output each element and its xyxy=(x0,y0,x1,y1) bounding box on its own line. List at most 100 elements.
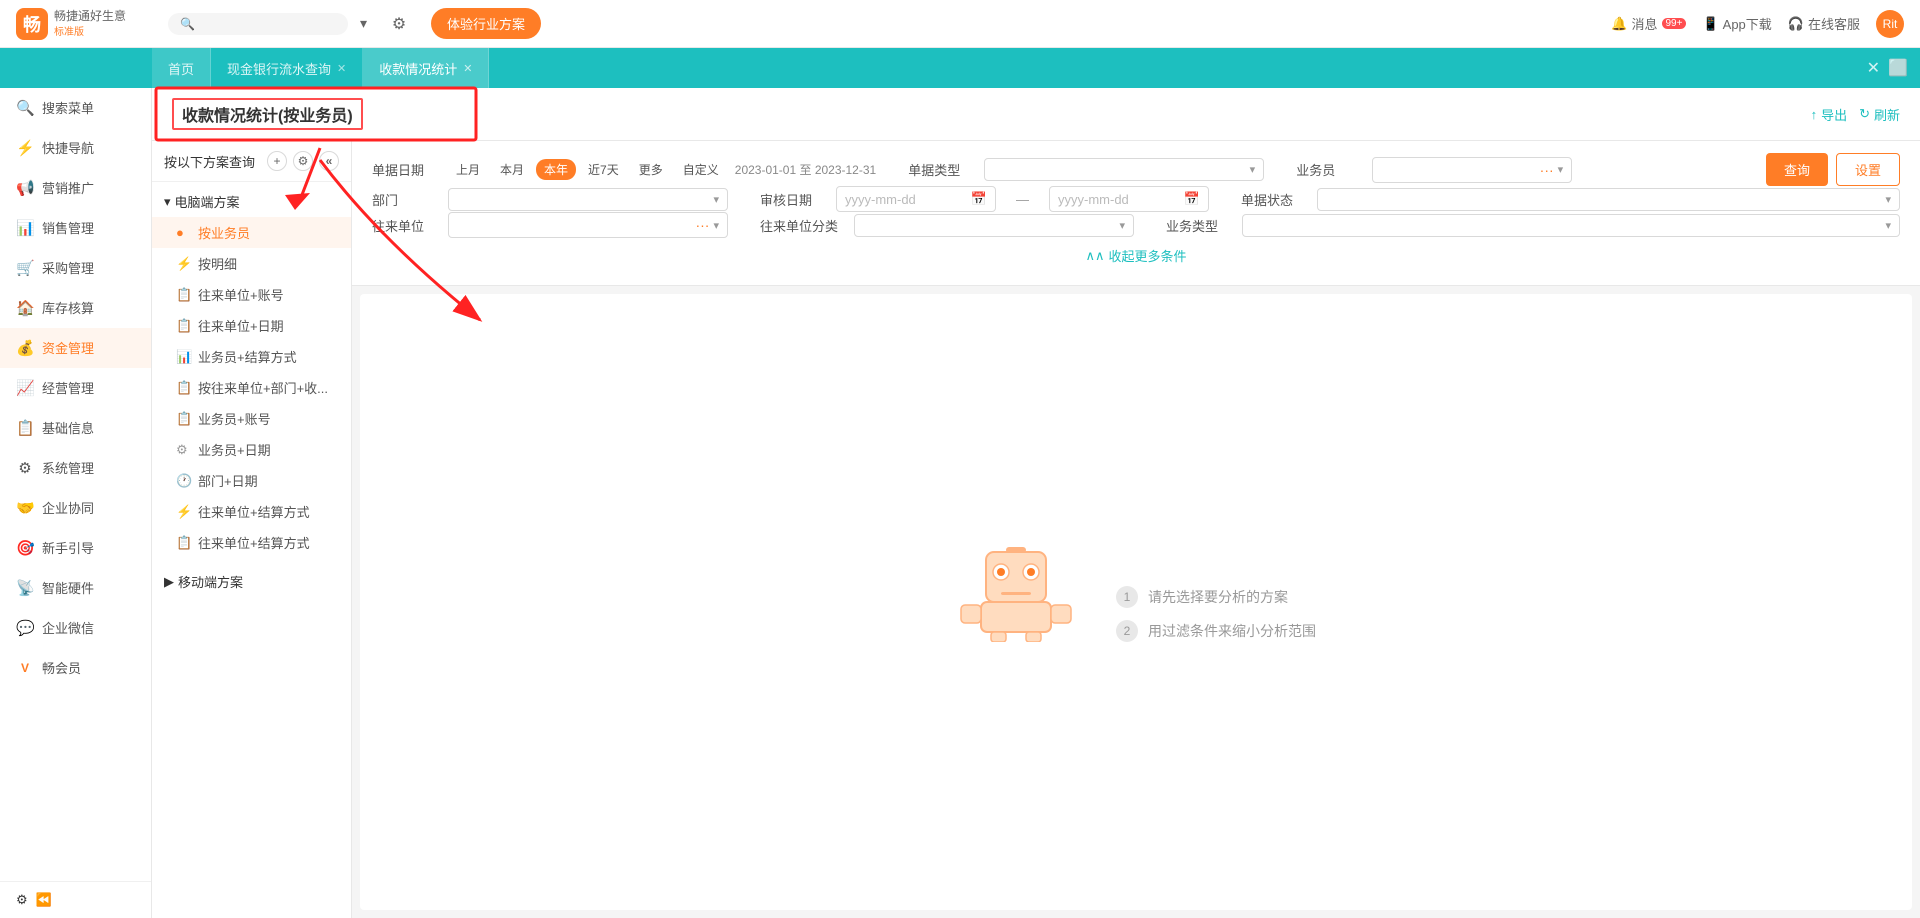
scheme-item-partner-date[interactable]: 📋 往来单位+日期 xyxy=(152,310,351,341)
salesperson-select[interactable]: ··· ▾ xyxy=(1372,157,1572,183)
date-tab-7days[interactable]: 近7天 xyxy=(580,159,627,180)
scheme-item-sales-settlement[interactable]: 📊 业务员+结算方式 xyxy=(152,341,351,372)
date-tab-this-year[interactable]: 本年 xyxy=(536,159,576,180)
sidebar-item-quick-nav[interactable]: ⚡ 快捷导航 xyxy=(0,128,151,168)
sidebar-item-warehouse[interactable]: 🏠 库存核算 xyxy=(0,288,151,328)
refresh-icon: ↻ xyxy=(1859,106,1870,122)
sidebar-item-marketing[interactable]: 📢 营销推广 xyxy=(0,168,151,208)
sidebar: 🔍 搜索菜单 ⚡ 快捷导航 📢 营销推广 📊 销售管理 🛒 采购管理 🏠 库存核… xyxy=(0,88,152,918)
sidebar-item-system[interactable]: ⚙ 系统管理 xyxy=(0,448,151,488)
doc-type-select[interactable]: ▾ xyxy=(984,158,1264,181)
trial-button[interactable]: 体验行业方案 xyxy=(431,8,541,39)
export-label: 导出 xyxy=(1821,105,1847,124)
empty-state-area: 1 请先选择要分析的方案 2 用过滤条件来缩小分析范围 xyxy=(360,294,1912,910)
date-tab-last-month[interactable]: 上月 xyxy=(448,159,488,180)
scheme-item-detail[interactable]: ⚡ 按明细 xyxy=(152,248,351,279)
doc-status-dropdown-icon: ▾ xyxy=(1885,193,1891,206)
settings-gear-icon[interactable]: ⚙ xyxy=(383,8,415,40)
operations-label: 经营管理 xyxy=(42,378,94,397)
review-date-end-input[interactable]: yyyy-mm-dd 📅 xyxy=(1049,186,1209,212)
tab-home[interactable]: 首页 xyxy=(152,48,211,88)
sidebar-item-corp[interactable]: 🤝 企业协同 xyxy=(0,488,151,528)
nav-dropdown-btn[interactable]: ▾ xyxy=(360,15,367,32)
review-date-start-input[interactable]: yyyy-mm-dd 📅 xyxy=(836,186,996,212)
scheme-item-partner-date-label: 往来单位+日期 xyxy=(198,316,284,335)
tab-collection[interactable]: 收款情况统计 ✕ xyxy=(363,48,489,88)
sidebar-collapse-icon[interactable]: ⏪ xyxy=(36,892,52,908)
scheme-item-partner-settle2[interactable]: 📋 往来单位+结算方式 xyxy=(152,527,351,558)
scheme-item-by-salesperson[interactable]: ● 按业务员 xyxy=(152,217,351,248)
scheme-item-partner-settle1[interactable]: ⚡ 往来单位+结算方式 xyxy=(152,496,351,527)
messages-item[interactable]: 🔔 消息 99+ xyxy=(1611,14,1686,33)
collection-tab-close[interactable]: ✕ xyxy=(463,62,472,75)
tab-expand-icon[interactable]: ⬜ xyxy=(1888,58,1908,78)
header-nav: 🔍 ▾ ⚙ 体验行业方案 xyxy=(168,8,1611,40)
sidebar-settings-icon[interactable]: ⚙ xyxy=(16,892,28,908)
partner-more-icon[interactable]: ··· xyxy=(695,217,709,233)
page-title: 收款情况统计(按业务员) xyxy=(172,98,363,130)
empty-step-2: 2 用过滤条件来缩小分析范围 xyxy=(1116,620,1316,642)
sidebar-item-member[interactable]: V 畅会员 xyxy=(0,648,151,688)
nav-search-bar[interactable]: 🔍 xyxy=(168,13,348,35)
cashflow-tab-close[interactable]: ✕ xyxy=(337,62,346,75)
filter-row-1: 单据日期 上月 本月 本年 近7天 更多 自定义 2023-01-01 至 20… xyxy=(372,153,1900,186)
scheme-collapse-btn[interactable]: « xyxy=(319,151,339,171)
scheme-item-dept-date[interactable]: 🕐 部门+日期 xyxy=(152,465,351,496)
tab-minimize-icon[interactable]: ✕ xyxy=(1867,58,1880,78)
date-tab-more[interactable]: 更多 xyxy=(631,159,671,180)
salesperson-more-icon[interactable]: ··· xyxy=(1540,162,1554,178)
scheme-group-pc-title[interactable]: ▾ 电脑端方案 xyxy=(152,186,351,217)
biz-type-select[interactable]: ▾ xyxy=(1242,214,1900,237)
scheme-add-btn[interactable]: + xyxy=(267,151,287,171)
date-tabs: 上月 本月 本年 近7天 更多 自定义 2023-01-01 至 2023-12… xyxy=(448,159,876,180)
sidebar-item-search-menu[interactable]: 🔍 搜索菜单 xyxy=(0,88,151,128)
online-service-item[interactable]: 🎧 在线客服 xyxy=(1788,14,1860,33)
scheme-item-sales-account[interactable]: 📋 业务员+账号 xyxy=(152,403,351,434)
partner-type-select[interactable]: ▾ xyxy=(854,214,1134,237)
guide-icon: 🎯 xyxy=(16,539,34,557)
scheme-item-partner-dept[interactable]: 📋 按往来单位+部门+收... xyxy=(152,372,351,403)
doc-status-select[interactable]: ▾ xyxy=(1317,188,1900,211)
logo-area: 畅 畅捷通好生意 标准版 xyxy=(16,8,168,40)
sidebar-item-smart-hw[interactable]: 📡 智能硬件 xyxy=(0,568,151,608)
app-download-item[interactable]: 📱 App下载 xyxy=(1702,14,1771,33)
member-label: 畅会员 xyxy=(42,658,81,677)
refresh-button[interactable]: ↻ 刷新 xyxy=(1859,105,1900,124)
sidebar-item-purchase[interactable]: 🛒 采购管理 xyxy=(0,248,151,288)
set-button[interactable]: 设置 xyxy=(1836,153,1900,186)
date-tab-this-month[interactable]: 本月 xyxy=(492,159,532,180)
query-button[interactable]: 查询 xyxy=(1766,153,1828,186)
user-avatar[interactable]: Rit xyxy=(1876,10,1904,38)
finance-label: 资金管理 xyxy=(42,338,94,357)
scheme-item-partner-settle1-label: 往来单位+结算方式 xyxy=(198,502,310,521)
partner-label: 往来单位 xyxy=(372,216,432,235)
app-logo-icon: 畅 xyxy=(16,8,48,40)
sidebar-item-finance[interactable]: 💰 资金管理 xyxy=(0,328,151,368)
scheme-item-salesperson-label: 按业务员 xyxy=(198,223,250,242)
sidebar-item-basic-info[interactable]: 📋 基础信息 xyxy=(0,408,151,448)
scheme-item-sales-settlement-label: 业务员+结算方式 xyxy=(198,347,297,366)
sidebar-item-operations[interactable]: 📈 经营管理 xyxy=(0,368,151,408)
scheme-item-sales-date[interactable]: ⚙ 业务员+日期 xyxy=(152,434,351,465)
sidebar-item-guide[interactable]: 🎯 新手引导 xyxy=(0,528,151,568)
scheme-group-mobile: ▶ 移动端方案 xyxy=(152,562,351,601)
dept-label: 部门 xyxy=(372,190,432,209)
empty-illustration: 1 请先选择要分析的方案 2 用过滤条件来缩小分析范围 xyxy=(956,542,1316,642)
date-tab-custom[interactable]: 自定义 xyxy=(675,159,727,180)
sidebar-item-sales[interactable]: 📊 销售管理 xyxy=(0,208,151,248)
sidebar-item-corp-wechat[interactable]: 💬 企业微信 xyxy=(0,608,151,648)
scheme-item-partner-account[interactable]: 📋 往来单位+账号 xyxy=(152,279,351,310)
quick-nav-icon: ⚡ xyxy=(16,139,34,157)
collapse-more-btn[interactable]: ∧∧ 收起更多条件 xyxy=(372,246,1900,265)
export-button[interactable]: ↑ 导出 xyxy=(1811,105,1848,124)
tab-cashflow[interactable]: 现金银行流水查询 ✕ xyxy=(211,48,363,88)
partner-account-icon: 📋 xyxy=(176,287,192,303)
scheme-settings-btn[interactable]: ⚙ xyxy=(293,151,313,171)
partner-select[interactable]: ··· ▾ xyxy=(448,212,728,238)
home-tab-label: 首页 xyxy=(168,59,194,78)
partner-date-icon: 📋 xyxy=(176,318,192,334)
scheme-group-mobile-title[interactable]: ▶ 移动端方案 xyxy=(152,566,351,597)
download-icon: 📱 xyxy=(1702,16,1718,32)
review-date-end-placeholder: yyyy-mm-dd xyxy=(1058,192,1129,207)
dept-select[interactable]: ▾ xyxy=(448,188,728,211)
